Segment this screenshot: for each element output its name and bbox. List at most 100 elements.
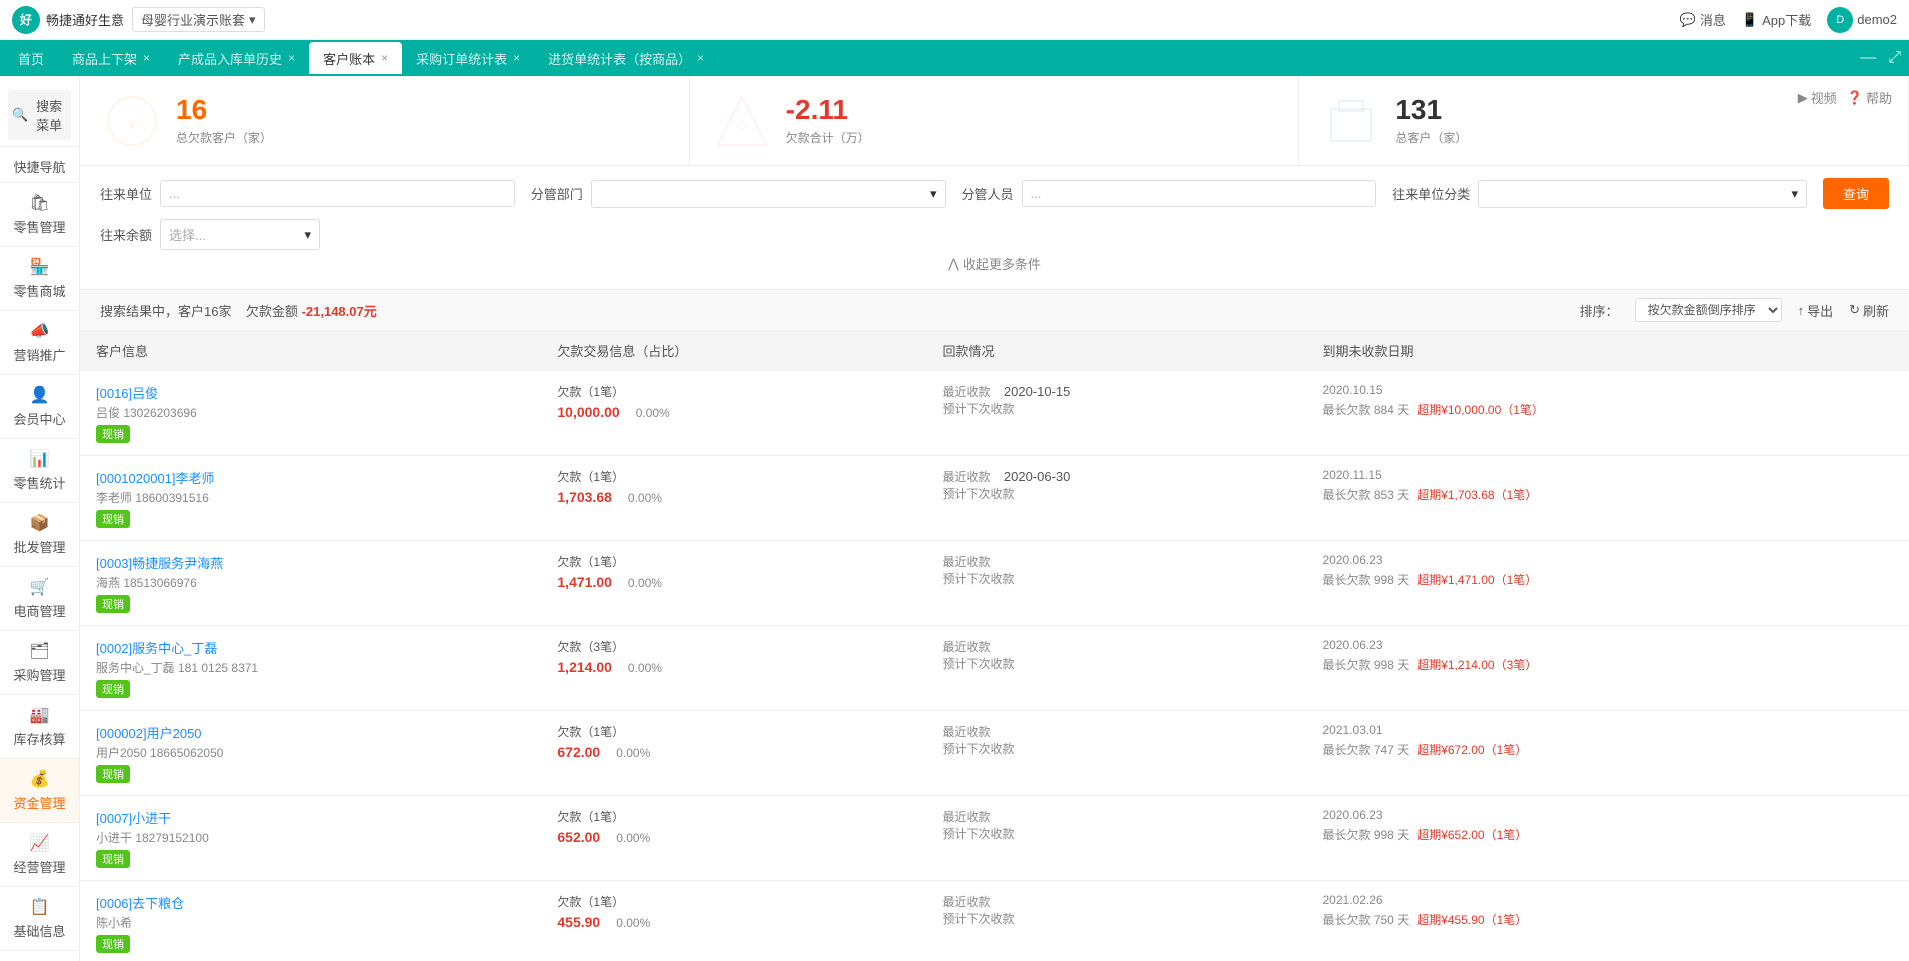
sidebar-item-marketing[interactable]: 📣 营销推广 [0, 311, 79, 375]
table-row: [0003]畅捷服务尹海燕 海燕 18513066976 现销 欠款（1笔） 1… [80, 541, 1909, 626]
tab-produce[interactable]: 产成品入库单历史 × [164, 42, 309, 74]
overdue-amount-link-5[interactable]: 超期¥652.00（1笔） [1417, 826, 1527, 843]
sidebar-item-finance[interactable]: 💰 资金管理 [0, 759, 79, 823]
sidebar-item-sys-mgmt[interactable]: ⚙️ 系统管理 [0, 951, 79, 961]
cell-debt-3: 欠款（3笔） 1,214.00 0.00% [541, 626, 926, 711]
filter-input-unit[interactable]: ... [160, 180, 515, 207]
customer-name-link-6[interactable]: [0006]去下粮仓 [96, 896, 184, 911]
filter-label-dept: 分管部门 [531, 184, 583, 203]
filter-label-balance: 往来余额 [100, 225, 152, 244]
last-payment-label-3: 最近收款 [943, 638, 1291, 655]
stat-card-actions: ▶ 视频 ❓ 帮助 [1798, 88, 1892, 107]
tab-purchase[interactable]: 采购订单统计表 × [402, 42, 534, 74]
filter-input-balance[interactable]: 选择... ▾ [160, 219, 320, 250]
cell-payment-2: 最近收款 预计下次收款 [927, 541, 1307, 626]
tab-close-customer[interactable]: × [381, 51, 388, 65]
overdue-amount-link-0[interactable]: 超期¥10,000.00（1笔） [1417, 401, 1544, 418]
app-download-button[interactable]: 📱 App下载 [1742, 10, 1811, 29]
overdue-amount-link-2[interactable]: 超期¥1,471.00（1笔） [1417, 571, 1537, 588]
tab-incoming[interactable]: 进货单统计表（按商品） × [534, 42, 718, 74]
cell-customer-3: [0002]服务中心_丁磊 服务中心_丁磊 181 0125 8371 现销 [80, 626, 541, 711]
tab-home[interactable]: 首页 [4, 42, 58, 74]
filter-input-category[interactable]: ▾ [1478, 180, 1807, 208]
customer-tag-2: 现销 [96, 595, 130, 613]
customer-name-link-4[interactable]: [000002]用户2050 [96, 726, 202, 741]
chevron-down-icon-category: ▾ [1791, 186, 1798, 202]
message-button[interactable]: 💬 消息 [1680, 10, 1726, 29]
overdue-amount-link-4[interactable]: 超期¥672.00（1笔） [1417, 741, 1527, 758]
tab-maximize-button[interactable]: ⤢ [1884, 49, 1905, 67]
filter-item-person: 分管人员 ... [962, 180, 1377, 207]
filter-input-dept[interactable]: ▾ [591, 180, 946, 208]
last-payment-label-2: 最近收款 [943, 553, 1291, 570]
sidebar-item-operation[interactable]: 📈 经营管理 [0, 823, 79, 887]
debt-percent-6: 0.00% [616, 916, 650, 930]
sort-select[interactable]: 按欠款金额倒序排序 [1635, 298, 1782, 322]
basic-info-icon: 📋 [4, 897, 75, 917]
stat-icon-debt-amount: ◇ [714, 93, 770, 149]
filter-label-category: 往来单位分类 [1392, 184, 1470, 203]
col-header-due-date: 到期未收款日期 [1307, 331, 1909, 371]
filter-input-balance-placeholder: 选择... [169, 225, 206, 244]
table-row: [0016]吕俊 吕俊 13026203696 现销 欠款（1笔） 10,000… [80, 371, 1909, 456]
tab-bar-actions: — ⤢ [1856, 49, 1905, 67]
tab-close-goods[interactable]: × [143, 51, 150, 65]
filter-item-unit: 往来单位 ... [100, 180, 515, 207]
tab-close-purchase[interactable]: × [513, 51, 520, 65]
tab-close-produce[interactable]: × [288, 51, 295, 65]
stat-card-total-customers: 131 总客户（家） ▶ 视频 ❓ 帮助 [1299, 76, 1909, 165]
tab-goods[interactable]: 商品上下架 × [58, 42, 164, 74]
refresh-button[interactable]: ↻ 刷新 [1849, 301, 1889, 320]
sidebar-item-ecommerce[interactable]: 🛒 电商管理 [0, 567, 79, 631]
tab-minimize-button[interactable]: — [1856, 49, 1880, 67]
filter-input-person[interactable]: ... [1022, 180, 1377, 207]
cell-payment-4: 最近收款 预计下次收款 [927, 711, 1307, 796]
sidebar-item-retail-mall[interactable]: 🏪 零售商城 [0, 247, 79, 311]
next-payment-label-3: 预计下次收款 [943, 655, 1291, 672]
user-menu[interactable]: D demo2 [1827, 7, 1897, 33]
main-content: ¥ 16 总欠款客户（家） ◇ -2.11 欠款合计（万） [80, 76, 1909, 961]
debt-amount-0: 10,000.00 [557, 404, 619, 420]
customer-name-link-3[interactable]: [0002]服务中心_丁磊 [96, 641, 217, 656]
cell-due-4: 2021.03.01 最长欠款 747 天 超期¥672.00（1笔） [1307, 711, 1909, 796]
customer-name-link-2[interactable]: [0003]畅捷服务尹海燕 [96, 556, 223, 571]
sidebar-item-warehouse[interactable]: 🏭 库存核算 [0, 695, 79, 759]
video-action-button[interactable]: ▶ 视频 [1798, 88, 1837, 107]
overdue-days-3: 最长欠款 998 天 [1323, 656, 1410, 673]
overdue-amount-link-3[interactable]: 超期¥1,214.00（3笔） [1417, 656, 1537, 673]
help-action-button[interactable]: ❓ 帮助 [1847, 88, 1892, 107]
sidebar-item-purchase[interactable]: 🗂 采购管理 [0, 631, 79, 695]
debt-percent-4: 0.00% [616, 746, 650, 760]
overdue-amount-link-6[interactable]: 超期¥455.90（1笔） [1417, 911, 1527, 928]
debt-count-6: 欠款（1笔） [557, 893, 910, 910]
tab-customer[interactable]: 客户账本 × [309, 42, 402, 74]
cell-payment-3: 最近收款 预计下次收款 [927, 626, 1307, 711]
customer-name-link-5[interactable]: [0007]小进干 [96, 811, 171, 826]
last-payment-label-4: 最近收款 [943, 723, 1291, 740]
ecommerce-icon: 🛒 [4, 577, 75, 597]
search-menu-button[interactable]: 🔍 搜索菜单 [8, 90, 71, 140]
customer-name-link-1[interactable]: [0001020001]李老师 [96, 471, 215, 486]
cell-customer-2: [0003]畅捷服务尹海燕 海燕 18513066976 现销 [80, 541, 541, 626]
store-name: 母婴行业演示账套 [141, 10, 245, 29]
sidebar-item-retail-mgmt[interactable]: 🛍 零售管理 [0, 183, 79, 247]
chevron-down-icon-balance: ▾ [304, 227, 311, 243]
export-button[interactable]: ↑ 导出 [1798, 301, 1834, 320]
sidebar-item-retail-stats[interactable]: 📊 零售统计 [0, 439, 79, 503]
filter-input-unit-placeholder: ... [169, 186, 180, 201]
sidebar-item-batch-mgmt[interactable]: 📦 批发管理 [0, 503, 79, 567]
store-selector[interactable]: 母婴行业演示账套 ▾ [132, 7, 265, 32]
tab-close-incoming[interactable]: × [697, 51, 704, 65]
search-button[interactable]: 查询 [1823, 178, 1889, 209]
debt-count-4: 欠款（1笔） [557, 723, 910, 740]
stats-row: ¥ 16 总欠款客户（家） ◇ -2.11 欠款合计（万） [80, 76, 1909, 166]
customer-name-link-0[interactable]: [0016]吕俊 [96, 386, 158, 401]
sidebar-item-member[interactable]: 👤 会员中心 [0, 375, 79, 439]
overdue-amount-link-1[interactable]: 超期¥1,703.68（1笔） [1417, 486, 1537, 503]
sidebar-quick-nav[interactable]: 快捷导航 [0, 151, 79, 183]
customer-tag-6: 现销 [96, 935, 130, 953]
customer-contact-0: 吕俊 13026203696 [96, 404, 525, 421]
sidebar-item-basic-info[interactable]: 📋 基础信息 [0, 887, 79, 951]
collapse-filter-button[interactable]: ⋀ 收起更多条件 [100, 250, 1889, 277]
stat-icon-total-customers [1323, 93, 1379, 149]
